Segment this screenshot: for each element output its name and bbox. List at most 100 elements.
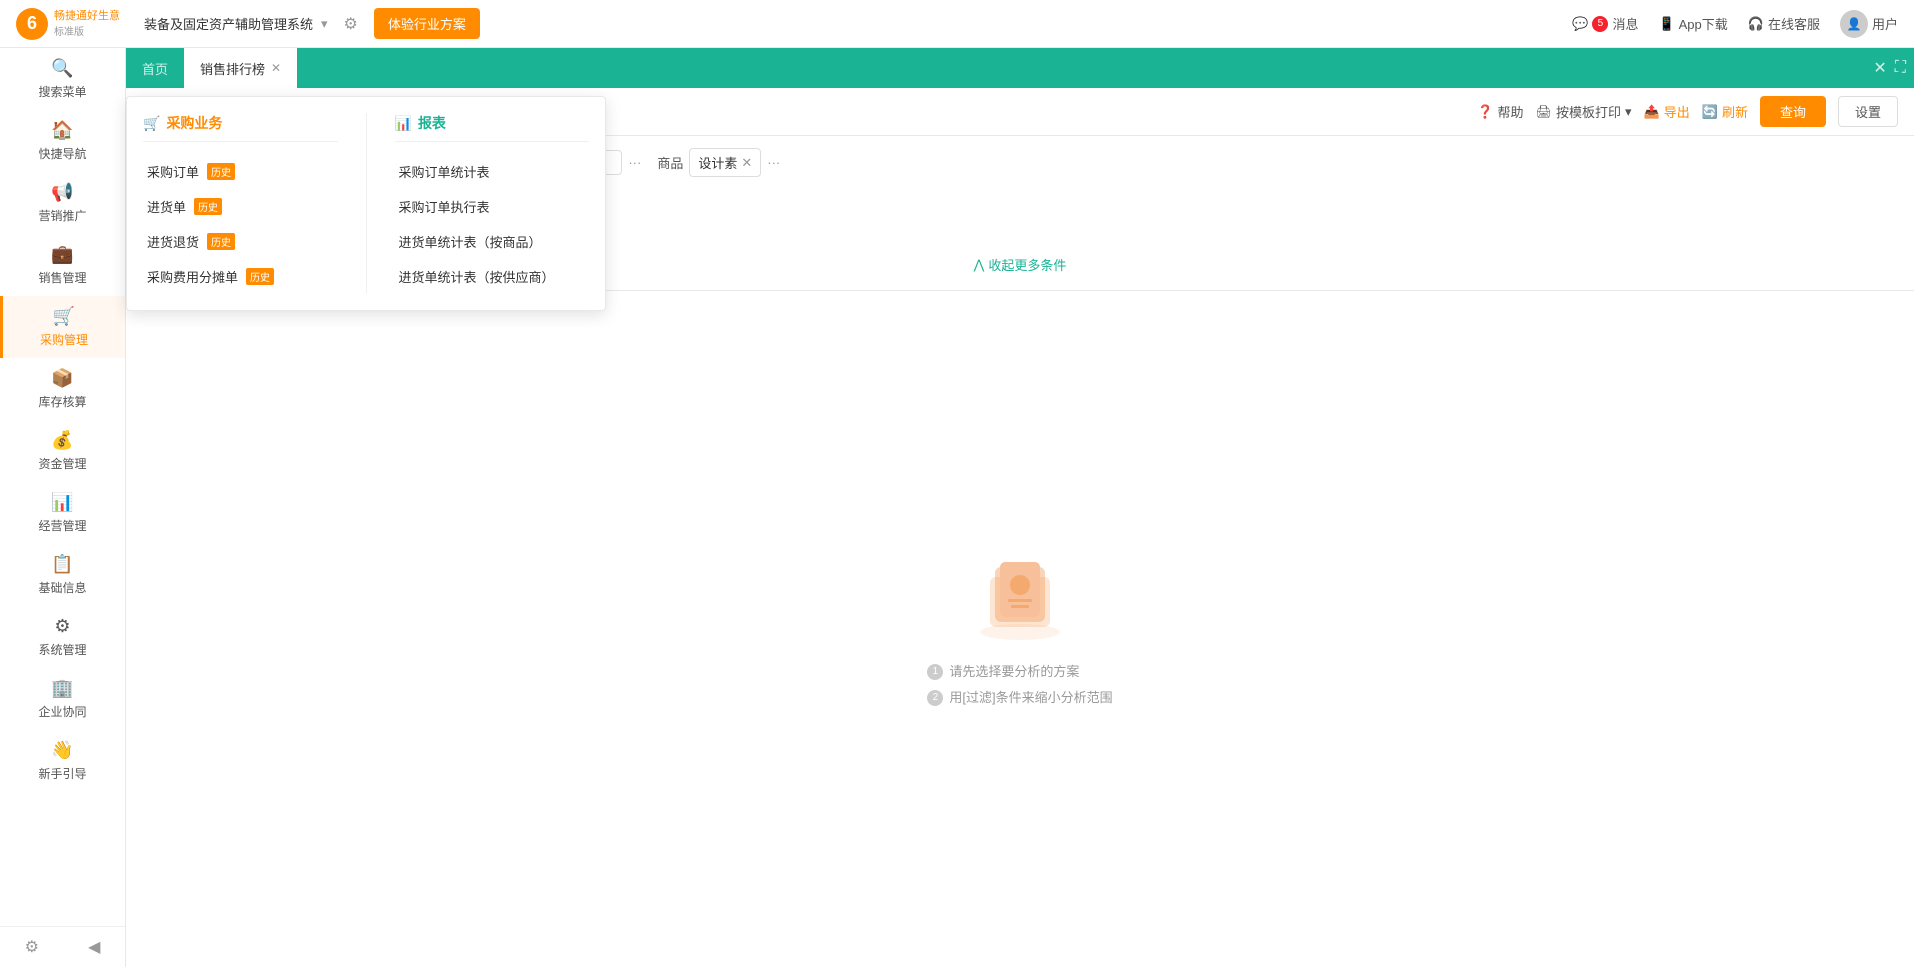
- sidebar-label-inventory: 库存核算: [38, 393, 86, 410]
- message-label: 消息: [1612, 14, 1638, 33]
- capital-icon: 💰: [51, 430, 73, 451]
- search-icon: 🔍: [51, 58, 73, 79]
- export-button[interactable]: 📤 导出: [1644, 102, 1690, 121]
- menu-item-stock-stats-supplier-label: 进货单统计表（按供应商）: [399, 267, 555, 286]
- user-item[interactable]: 👤 用户: [1840, 10, 1898, 38]
- goods-dots[interactable]: ···: [767, 155, 780, 170]
- settings-button[interactable]: 设置: [1838, 96, 1898, 127]
- menu-item-stock-in[interactable]: 进货单 历史: [143, 189, 338, 224]
- sales-icon: 💼: [51, 244, 73, 265]
- sidebar-label-marketing: 营销推广: [38, 207, 86, 224]
- tab-home[interactable]: 首页: [126, 48, 184, 88]
- sidebar-label-quicknav: 快捷导航: [38, 145, 86, 162]
- sidebar-item-marketing[interactable]: 📢 营销推广: [0, 172, 125, 234]
- sidebar-item-newbie[interactable]: 👋 新手引导: [0, 730, 125, 792]
- purchase-section-title: 🛒 采购业务: [143, 113, 338, 142]
- tab-sales-rank[interactable]: 销售排行榜 ✕: [184, 48, 297, 88]
- sidebar-label-search: 搜索菜单: [38, 83, 86, 100]
- sidebar-item-purchase[interactable]: 🛒 采购管理: [0, 296, 125, 358]
- menu-item-purchase-order-label: 采购订单: [147, 162, 199, 181]
- sidebar-label-capital: 资金管理: [38, 455, 86, 472]
- menu-item-stock-in-label: 进货单: [147, 197, 186, 216]
- sidebar: 🔍 搜索菜单 🏠 快捷导航 📢 营销推广 💼 销售管理 🛒 采购管理 📦: [0, 48, 126, 967]
- menu-item-po-stats[interactable]: 采购订单统计表: [395, 154, 590, 189]
- sidebar-item-enterprise[interactable]: 🏢 企业协同: [0, 668, 125, 730]
- system-icon: ⚙: [54, 616, 70, 637]
- message-icon: 💬: [1572, 16, 1588, 32]
- sidebar-label-enterprise: 企业协同: [38, 703, 86, 720]
- purchase-icon: 🛒: [53, 306, 75, 327]
- menu-item-stock-stats-goods[interactable]: 进货单统计表（按商品）: [395, 224, 590, 259]
- empty-area: 1 请先选择要分析的方案 2 用[过滤]条件来缩小分析范围: [126, 291, 1914, 967]
- menu-item-purchase-expense[interactable]: 采购费用分摊单 历史: [143, 259, 338, 294]
- menu-item-po-exec[interactable]: 采购订单执行表: [395, 189, 590, 224]
- empty-tip-2: 2 用[过滤]条件来缩小分析范围: [927, 685, 1112, 711]
- app-download-item[interactable]: 📱 App下载: [1658, 14, 1727, 33]
- user-label: 用户: [1872, 14, 1898, 33]
- sidebar-item-sales[interactable]: 💼 销售管理: [0, 234, 125, 296]
- query-button[interactable]: 查询: [1760, 96, 1826, 127]
- logo-text: 畅捷通好生意: [54, 9, 120, 23]
- basicinfo-icon: 📋: [51, 554, 73, 575]
- sidebar-item-inventory[interactable]: 📦 库存核算: [0, 358, 125, 420]
- notification-item[interactable]: 💬 5 消息: [1572, 14, 1638, 33]
- menu-item-purchase-expense-label: 采购费用分摊单: [147, 267, 238, 286]
- settings-icon[interactable]: ⚙: [344, 14, 358, 34]
- sidebar-item-quicknav[interactable]: 🏠 快捷导航: [0, 110, 125, 172]
- sidebar-item-basicinfo[interactable]: 📋 基础信息: [0, 544, 125, 606]
- tab-sales-rank-label: 销售排行榜: [200, 59, 265, 78]
- sidebar-item-capital[interactable]: 💰 资金管理: [0, 420, 125, 482]
- user-avatar: 👤: [1840, 10, 1868, 38]
- purchase-section: 🛒 采购业务 采购订单 历史 进货单 历史 进货退货 历史 采购费用分摊单: [143, 113, 338, 294]
- industry-button[interactable]: 体验行业方案: [374, 8, 480, 39]
- online-service-item[interactable]: 🎧 在线客服: [1748, 14, 1820, 33]
- sidebar-item-system[interactable]: ⚙ 系统管理: [0, 606, 125, 668]
- purchase-dropdown-menu: 🛒 采购业务 采购订单 历史 进货单 历史 进货退货 历史 采购费用分摊单: [126, 96, 606, 311]
- menu-item-stock-stats-supplier[interactable]: 进货单统计表（按供应商）: [395, 259, 590, 294]
- tip-text-2: 用[过滤]条件来缩小分析范围: [949, 685, 1112, 711]
- goods-tag-close-btn[interactable]: ✕: [741, 155, 752, 171]
- tab-expand-icon[interactable]: ⛶: [1895, 59, 1906, 77]
- help-button[interactable]: ❓ 帮助: [1477, 102, 1523, 121]
- tab-close-icon[interactable]: ✕: [271, 61, 281, 75]
- sidebar-item-search[interactable]: 🔍 搜索菜单: [0, 48, 125, 110]
- help-icon: ❓: [1477, 104, 1493, 120]
- refresh-button[interactable]: 🔄 刷新: [1702, 102, 1748, 121]
- sidebar-bottom: ⚙ ◀: [0, 926, 125, 967]
- sidebar-label-system: 系统管理: [38, 641, 86, 658]
- refresh-icon: 🔄: [1702, 104, 1718, 120]
- print-icon: 🖨: [1536, 104, 1553, 120]
- export-label: 导出: [1664, 102, 1690, 121]
- menu-item-po-exec-label: 采购订单执行表: [399, 197, 490, 216]
- report-section-label: 报表: [418, 113, 446, 133]
- help-label: 帮助: [1497, 102, 1523, 121]
- main-area: 🔍 搜索菜单 🏠 快捷导航 📢 营销推广 💼 销售管理 🛒 采购管理 📦: [0, 48, 1914, 967]
- home-icon: 🏠: [51, 120, 73, 141]
- stock-in-badge: 历史: [194, 198, 222, 215]
- sidebar-settings-btn[interactable]: ⚙: [25, 937, 39, 957]
- purchase-order-badge: 历史: [207, 163, 235, 180]
- menu-item-stock-stats-goods-label: 进货单统计表（按商品）: [399, 232, 542, 251]
- tab-bar: 首页 销售排行榜 ✕ ✕ ⛶: [126, 48, 1914, 88]
- logo-area: 6 畅捷通好生意 标准版: [16, 8, 120, 40]
- top-bar-right: 💬 5 消息 📱 App下载 🎧 在线客服 👤 用户: [1572, 10, 1898, 38]
- empty-illustration: [960, 547, 1080, 647]
- menu-item-purchase-order[interactable]: 采购订单 历史: [143, 154, 338, 189]
- sidebar-collapse-btn[interactable]: ◀: [88, 937, 100, 957]
- print-button[interactable]: 🖨 按模板打印 ▾: [1536, 102, 1632, 121]
- menu-item-stock-return[interactable]: 进货退货 历史: [143, 224, 338, 259]
- goods-tag: 设计素 ✕: [689, 148, 761, 177]
- print-label: 按模板打印: [1556, 102, 1621, 121]
- sidebar-label-newbie: 新手引导: [38, 765, 86, 782]
- goods-tag-value: 设计素: [698, 153, 737, 172]
- status-dots[interactable]: ···: [628, 155, 641, 170]
- collapse-button[interactable]: ⋀ 收起更多条件: [974, 255, 1067, 274]
- online-service-label: 在线客服: [1768, 14, 1820, 33]
- empty-tips: 1 请先选择要分析的方案 2 用[过滤]条件来缩小分析范围: [927, 659, 1112, 711]
- tab-close-all-icon[interactable]: ✕: [1873, 58, 1886, 78]
- operations-icon: 📊: [51, 492, 73, 513]
- dropdown-arrow-icon[interactable]: ▾: [321, 16, 328, 32]
- marketing-icon: 📢: [51, 182, 73, 203]
- sidebar-item-operations[interactable]: 📊 经营管理: [0, 482, 125, 544]
- purchase-section-label: 采购业务: [166, 113, 222, 133]
